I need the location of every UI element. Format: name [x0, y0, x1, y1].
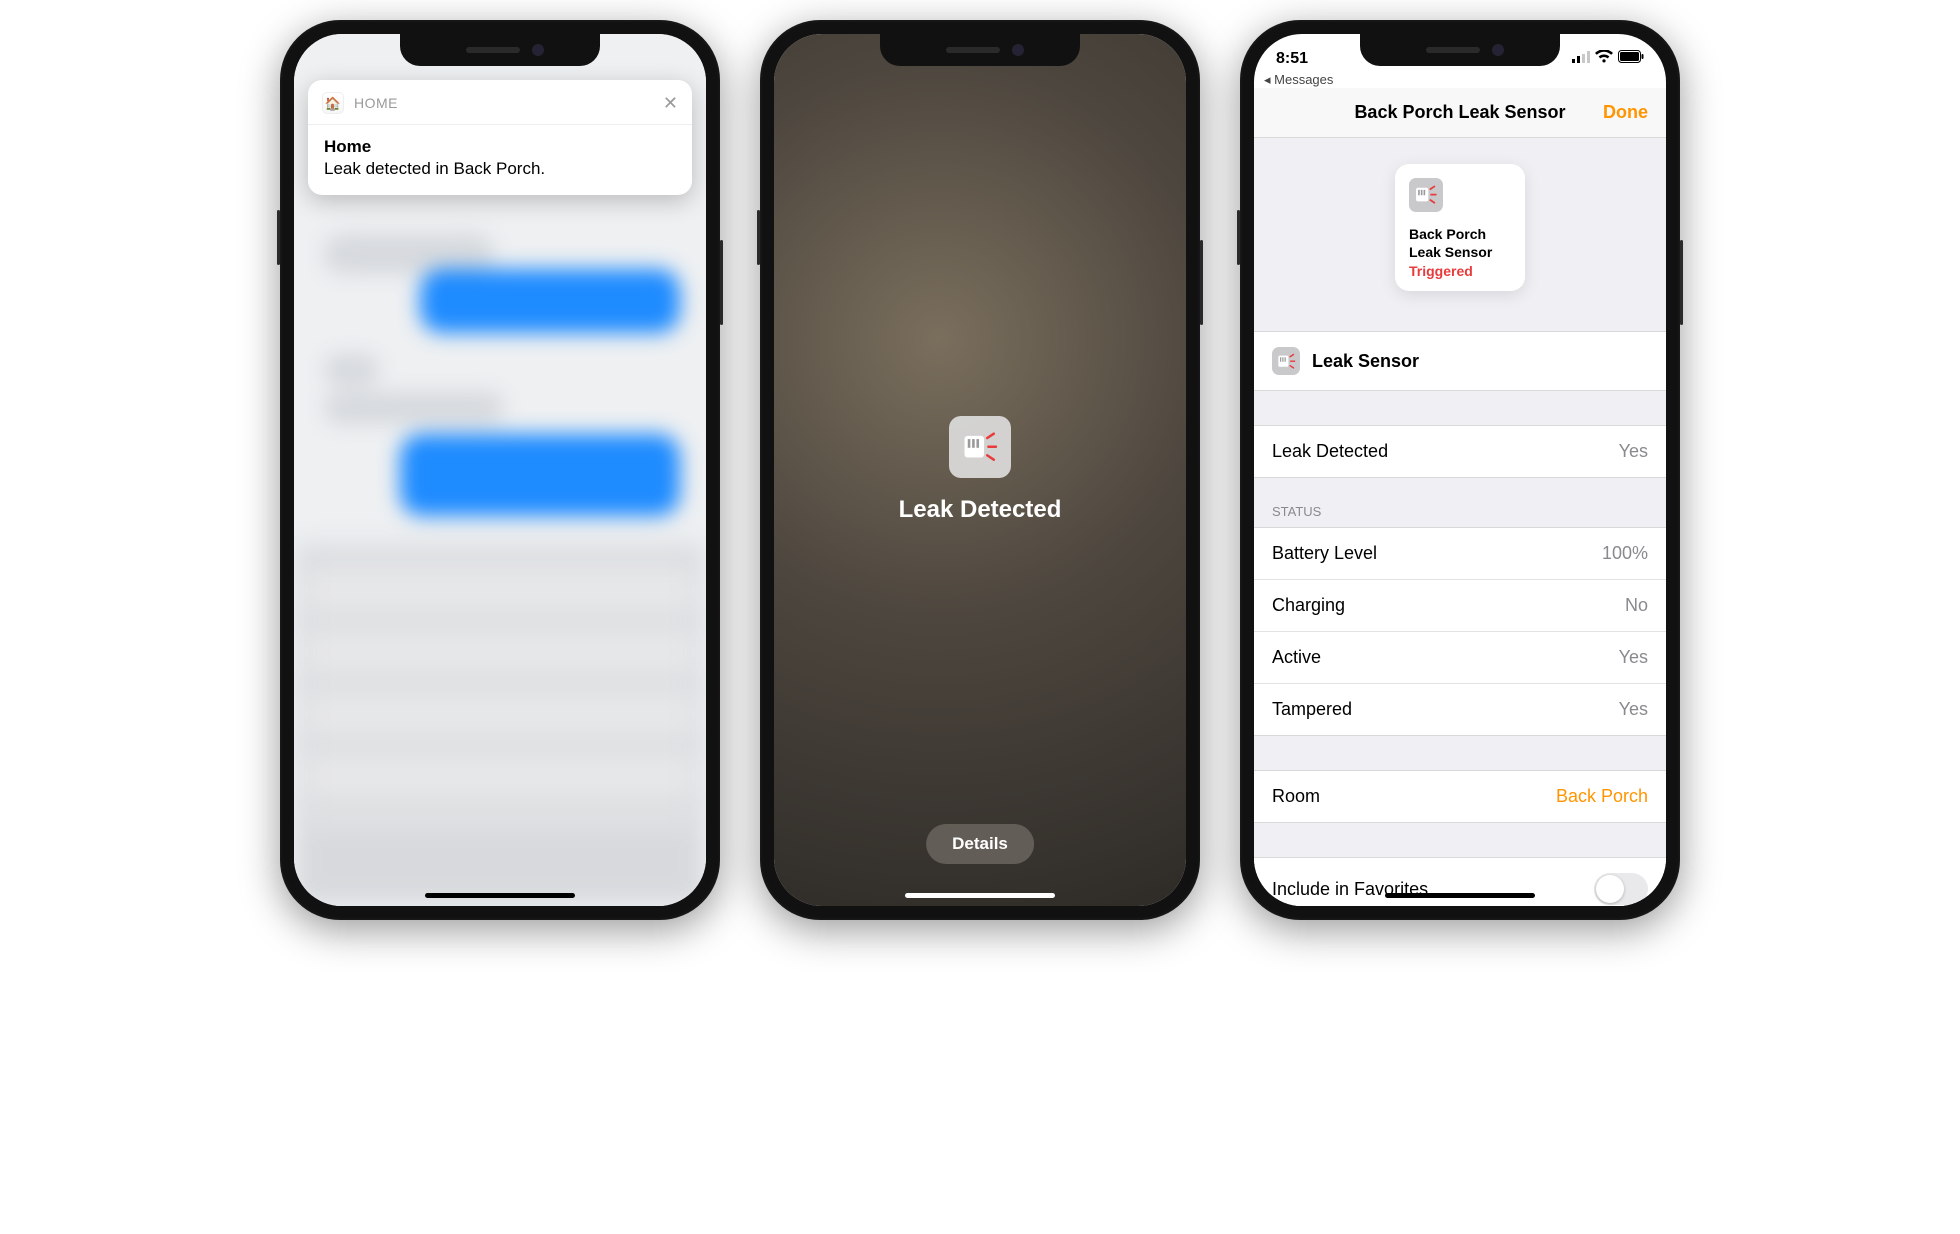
leak-sensor-icon [1409, 178, 1443, 212]
row-value: Yes [1619, 647, 1648, 668]
section-header-leak-sensor: Leak Sensor [1254, 332, 1666, 390]
settings-content[interactable]: Back Porch Leak Sensor Triggered [1254, 138, 1666, 906]
details-button[interactable]: Details [926, 824, 1034, 864]
row-value: Yes [1619, 441, 1648, 462]
row-value: 100% [1602, 543, 1648, 564]
page-title: Back Porch Leak Sensor [1354, 102, 1565, 123]
notification-header: 🏠 HOME ✕ [308, 80, 692, 125]
row-room[interactable]: Room Back Porch [1254, 771, 1666, 822]
phone-frame-2: Leak Detected Details [760, 20, 1200, 920]
notification-body: Home Leak detected in Back Porch. [308, 125, 692, 195]
row-label: Battery Level [1272, 543, 1377, 564]
leak-overlay: Leak Detected [774, 34, 1186, 906]
phone-frame-3: 8:51 ◂ Messages Back Porch Leak Sensor D… [1240, 20, 1680, 920]
home-indicator[interactable] [425, 893, 575, 898]
row-value: No [1625, 595, 1648, 616]
screen-sensor-details: 8:51 ◂ Messages Back Porch Leak Sensor D… [1254, 34, 1666, 906]
battery-icon [1618, 50, 1644, 68]
row-value: Yes [1619, 699, 1648, 720]
sensor-name-line1: Back Porch [1409, 226, 1511, 244]
notch [1360, 34, 1560, 66]
row-label: Leak Detected [1272, 441, 1388, 462]
notification-title: Home [324, 137, 676, 157]
home-indicator[interactable] [1385, 893, 1535, 898]
screen-notification: 🏠 HOME ✕ Home Leak detected in Back Porc… [294, 34, 706, 906]
row-leak-detected: Leak Detected Yes [1254, 426, 1666, 477]
notification-card[interactable]: 🏠 HOME ✕ Home Leak detected in Back Porc… [308, 80, 692, 195]
row-tampered: Tampered Yes [1254, 684, 1666, 735]
row-include-favorites: Include in Favorites [1254, 858, 1666, 906]
row-label: Room [1272, 786, 1320, 807]
notch [400, 34, 600, 66]
wifi-icon [1595, 50, 1613, 68]
status-time: 8:51 [1276, 50, 1308, 68]
row-active: Active Yes [1254, 632, 1666, 684]
leak-detected-title: Leak Detected [899, 496, 1062, 524]
row-charging: Charging No [1254, 580, 1666, 632]
row-label: Tampered [1272, 699, 1352, 720]
notification-message: Leak detected in Back Porch. [324, 159, 676, 179]
sensor-tile[interactable]: Back Porch Leak Sensor Triggered [1395, 164, 1525, 291]
phone-frame-1: 🏠 HOME ✕ Home Leak detected in Back Porc… [280, 20, 720, 920]
leak-sensor-icon [949, 416, 1011, 478]
sensor-hero: Back Porch Leak Sensor Triggered [1254, 138, 1666, 331]
notch [880, 34, 1080, 66]
cellular-icon [1572, 50, 1590, 68]
favorites-toggle[interactable] [1594, 873, 1648, 905]
back-app-label: Messages [1274, 72, 1333, 87]
row-label: Charging [1272, 595, 1345, 616]
home-app-icon: 🏠 [322, 92, 344, 114]
back-to-app[interactable]: ◂ Messages [1264, 72, 1333, 88]
row-battery-level: Battery Level 100% [1254, 528, 1666, 580]
sensor-status: Triggered [1409, 263, 1511, 279]
navigation-bar: Back Porch Leak Sensor Done [1254, 88, 1666, 138]
row-label: Active [1272, 647, 1321, 668]
section-header-label: Leak Sensor [1312, 351, 1419, 372]
leak-sensor-icon [1272, 347, 1300, 375]
row-value: Back Porch [1556, 786, 1648, 807]
screen-leak-popup: Leak Detected Details [774, 34, 1186, 906]
notification-app-label: HOME [354, 95, 653, 111]
home-indicator[interactable] [905, 893, 1055, 898]
status-group-header: STATUS [1254, 478, 1666, 527]
done-button[interactable]: Done [1603, 102, 1648, 123]
close-icon[interactable]: ✕ [663, 93, 678, 114]
sensor-name-line2: Leak Sensor [1409, 244, 1511, 262]
